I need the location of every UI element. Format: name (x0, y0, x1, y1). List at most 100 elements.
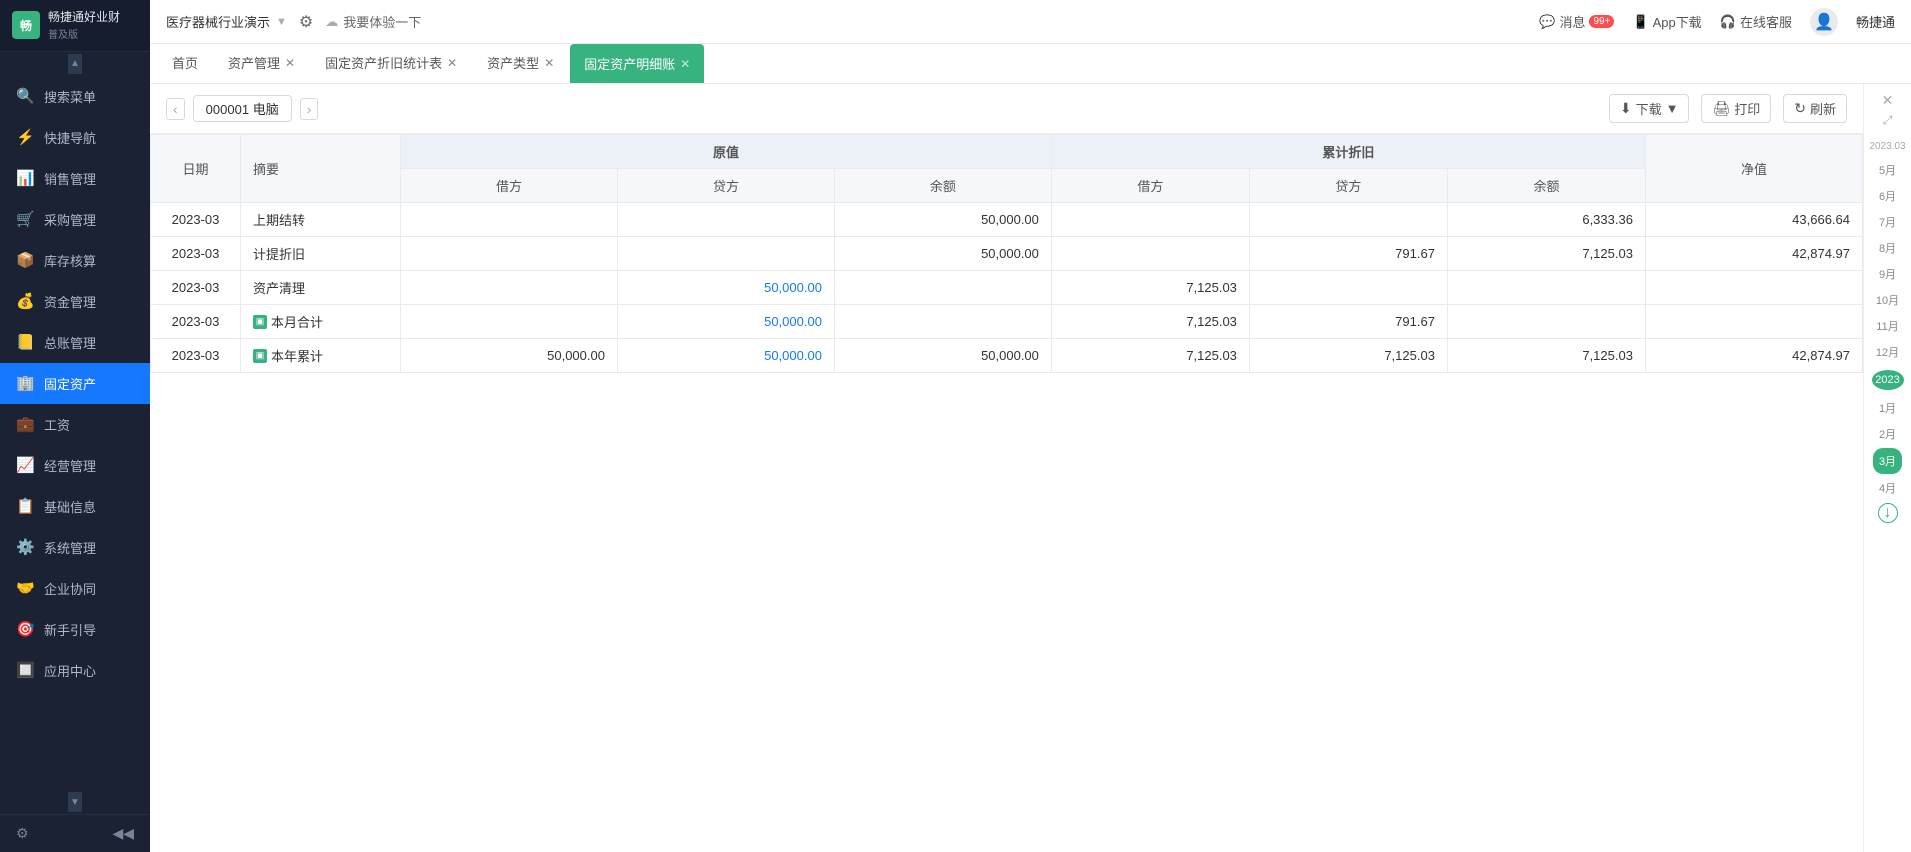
tab-asset_type-close[interactable]: ✕ (544, 56, 554, 70)
tab-depreciation_stat-close[interactable]: ✕ (447, 56, 457, 70)
tab-asset_type[interactable]: 资产类型 ✕ (473, 44, 568, 83)
topbar-settings-icon[interactable]: ⚙ (299, 12, 313, 32)
tab-asset_detail-close[interactable]: ✕ (680, 57, 690, 71)
tab-asset_mgmt-close[interactable]: ✕ (285, 56, 295, 70)
support-button[interactable]: 🎧 在线客服 (1720, 12, 1792, 31)
download-button[interactable]: ⬇ 下载 ▼ (1609, 94, 1690, 123)
timeline-panel: ✕ ⤢ 2023.035月6月7月8月9月10月11月12月20231月2月3月… (1863, 84, 1911, 852)
year-badge-label: 2023 (1872, 370, 1904, 390)
cell-summary: 资产清理 (241, 271, 401, 305)
sidebar-item-base[interactable]: 📋 基础信息 (0, 486, 150, 527)
cell-ov-debit (401, 237, 618, 271)
sidebar-collab-icon: 🤝 (16, 579, 34, 597)
sidebar-guide-icon: 🎯 (16, 620, 34, 638)
timeline-month-1月[interactable]: 1月 (1869, 395, 1905, 421)
sidebar-collab-label: 企业协同 (44, 579, 96, 598)
topbar-right: 💬 消息 99+ 📱 App下载 🎧 在线客服 👤 畅捷通 (1539, 8, 1895, 36)
timeline-month-3月[interactable]: 3月 (1873, 448, 1901, 474)
timeline-expand-icon[interactable]: ⤢ (1883, 113, 1893, 128)
sidebar-apps-icon: 🔲 (16, 661, 34, 679)
refresh-button[interactable]: ↻ 刷新 (1783, 94, 1847, 123)
sidebar: 畅 畅捷通好业财 普及版 ▲ 🔍 搜索菜单 ⚡ 快捷导航 📊 销售管理 🛒 采购… (0, 0, 150, 852)
sidebar-scroll-down[interactable]: ▼ (68, 792, 82, 812)
sidebar-item-quicknav[interactable]: ⚡ 快捷导航 (0, 117, 150, 158)
page-content: ‹ 000001 电脑 › ⬇ 下载 ▼ 🖨 (150, 84, 1863, 852)
print-label: 打印 (1734, 99, 1760, 118)
timeline-scroll-down-btn[interactable]: ↓ (1878, 503, 1898, 523)
company-dropdown-arrow: ▼ (276, 16, 287, 28)
headset-icon: 🎧 (1720, 14, 1736, 30)
summary-badge: ▣本月合计 (253, 312, 323, 331)
cell-ad-balance: 7,125.03 (1447, 339, 1645, 373)
company-selector[interactable]: 医疗器械行业演示 ▼ (166, 12, 287, 31)
sidebar-purchase-icon: 🛒 (16, 210, 34, 228)
cell-ov-balance (834, 271, 1051, 305)
sidebar-base-icon: 📋 (16, 497, 34, 515)
sidebar-item-purchase[interactable]: 🛒 采购管理 (0, 199, 150, 240)
refresh-label: 刷新 (1810, 99, 1836, 118)
sidebar-item-ledger[interactable]: 📒 总账管理 (0, 322, 150, 363)
sidebar-item-inventory[interactable]: 📦 库存核算 (0, 240, 150, 281)
sidebar-item-operations[interactable]: 📈 经营管理 (0, 445, 150, 486)
sidebar-item-finance[interactable]: 💰 资金管理 (0, 281, 150, 322)
timeline-month-4月[interactable]: 4月 (1869, 475, 1905, 501)
cell-ov-credit: 50,000.00 (617, 271, 834, 305)
tab-depreciation_stat[interactable]: 固定资产折旧统计表✕ (311, 44, 471, 83)
sidebar-item-system[interactable]: ⚙️ 系统管理 (0, 527, 150, 568)
sidebar-scroll-up[interactable]: ▲ (68, 54, 82, 74)
asset-name: 电脑 (253, 102, 279, 117)
sidebar-item-assets[interactable]: 🏢 固定资产 (0, 363, 150, 404)
cell-ov-balance: 50,000.00 (834, 203, 1051, 237)
cell-ad-credit (1249, 271, 1447, 305)
tab-home[interactable]: 首页 (158, 44, 212, 83)
timeline-month-10月[interactable]: 10月 (1869, 287, 1905, 313)
app-download-button[interactable]: 📱 App下载 (1632, 12, 1701, 31)
sidebar-sales-icon: 📊 (16, 169, 34, 187)
sidebar-finance-icon: 💰 (16, 292, 34, 310)
timeline-month-12月[interactable]: 12月 (1869, 339, 1905, 365)
tab-asset_type-label: 资产类型 (487, 53, 539, 72)
cell-ad-debit: 7,125.03 (1051, 305, 1249, 339)
topbar: 医疗器械行业演示 ▼ ⚙ ☁ 我要体验一下 💬 消息 99+ 📱 App下载 🎧… (150, 0, 1911, 44)
prev-asset-button[interactable]: ‹ (166, 98, 185, 120)
timeline-month-7月[interactable]: 7月 (1869, 209, 1905, 235)
next-asset-button[interactable]: › (300, 98, 319, 120)
cell-ad-credit (1249, 203, 1447, 237)
cell-summary: 上期结转 (241, 203, 401, 237)
settings-icon[interactable]: ⚙ (16, 825, 29, 842)
tab-asset_mgmt[interactable]: 资产管理✕ (214, 44, 309, 83)
table-row: 2023-03计提折旧50,000.00791.677,125.0342,874… (151, 237, 1863, 271)
timeline-month-5月[interactable]: 5月 (1869, 157, 1905, 183)
timeline-year-badge[interactable]: 2023 (1869, 365, 1905, 395)
messages-badge: 99+ (1589, 15, 1614, 28)
sidebar-item-sales[interactable]: 📊 销售管理 (0, 158, 150, 199)
sidebar-operations-label: 经营管理 (44, 456, 96, 475)
experience-button[interactable]: ☁ 我要体验一下 (325, 12, 421, 31)
collapse-icon[interactable]: ◀◀ (112, 825, 134, 842)
timeline-close-icon[interactable]: ✕ (1882, 92, 1894, 109)
timeline-month-9月[interactable]: 9月 (1869, 261, 1905, 287)
print-button[interactable]: 🖨 打印 (1701, 94, 1771, 123)
sidebar-item-apps[interactable]: 🔲 应用中心 (0, 650, 150, 691)
timeline-month-8月[interactable]: 8月 (1869, 235, 1905, 261)
sidebar-purchase-label: 采购管理 (44, 210, 96, 229)
sidebar-item-guide[interactable]: 🎯 新手引导 (0, 609, 150, 650)
main-area: 医疗器械行业演示 ▼ ⚙ ☁ 我要体验一下 💬 消息 99+ 📱 App下载 🎧… (150, 0, 1911, 852)
timeline-month-11月[interactable]: 11月 (1869, 313, 1905, 339)
sidebar-item-payroll[interactable]: 💼 工资 (0, 404, 150, 445)
sidebar-assets-icon: 🏢 (16, 374, 34, 392)
th-net-value: 净值 (1645, 135, 1862, 203)
timeline-month-6月[interactable]: 6月 (1869, 183, 1905, 209)
messages-button[interactable]: 💬 消息 99+ (1539, 12, 1614, 31)
cell-ov-debit: 50,000.00 (401, 339, 618, 373)
tab-asset_detail[interactable]: 固定资产明细账✕ (570, 44, 704, 83)
cell-ad-balance (1447, 305, 1645, 339)
sidebar-item-search[interactable]: 🔍 搜索菜单 (0, 76, 150, 117)
sidebar-item-collab[interactable]: 🤝 企业协同 (0, 568, 150, 609)
sidebar-ledger-icon: 📒 (16, 333, 34, 351)
download-arrow: ▼ (1666, 101, 1679, 116)
timeline-month-2月[interactable]: 2月 (1869, 421, 1905, 447)
table-row: 2023-03上期结转50,000.006,333.3643,666.64 (151, 203, 1863, 237)
message-icon: 💬 (1539, 14, 1555, 30)
cell-date: 2023-03 (151, 271, 241, 305)
